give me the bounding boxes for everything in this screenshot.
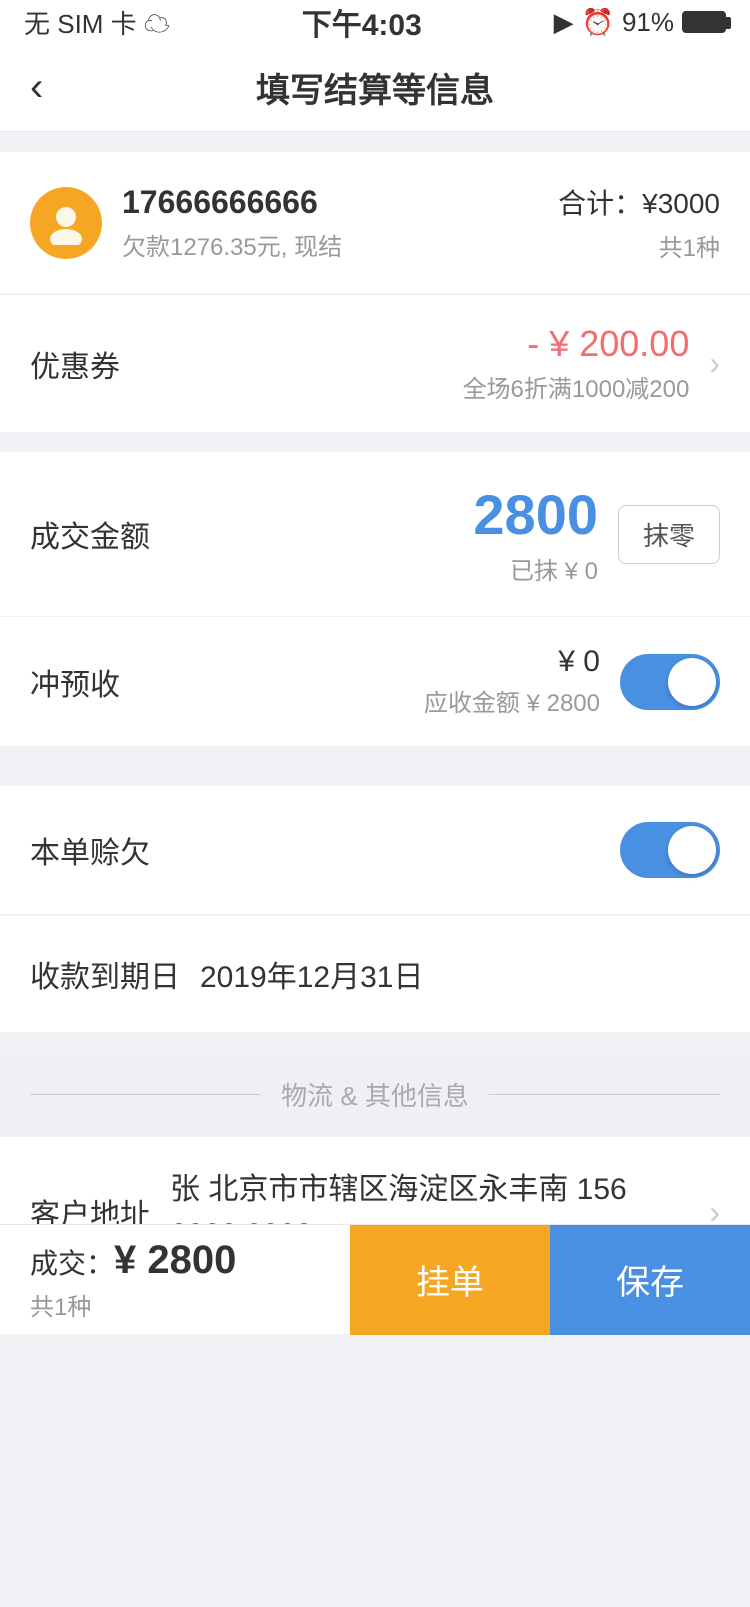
coupon-label: 优惠券 <box>30 342 120 386</box>
bottom-bar: 成交：¥ 2800 共1种 挂单 保存 <box>0 1224 750 1334</box>
customer-debt: 欠款1276.35元, 现结 <box>122 227 558 262</box>
avatar <box>30 187 102 259</box>
amount-section: 成交金额 2800 已抹 ¥ 0 抹零 冲预收 ¥ 0 应收金额 ¥ 2800 <box>0 452 750 746</box>
status-left: 无 SIM 卡 ☁ <box>24 4 170 41</box>
logistics-header: 物流 & 其他信息 <box>0 1052 750 1137</box>
status-time: 下午4:03 <box>302 0 422 44</box>
coupon-desc: 全场6折满1000减200 <box>463 369 690 404</box>
already-erased: 已抹 ¥ 0 <box>510 551 598 586</box>
section-separator-2 <box>0 746 750 766</box>
content: 17666666666 欠款1276.35元, 现结 合计：¥3000 共1种 … <box>0 132 750 1607</box>
prepay-label: 冲预收 <box>30 660 120 704</box>
prepay-receivable: 应收金额 ¥ 2800 <box>424 683 600 718</box>
prepay-amount: ¥ 0 <box>424 645 600 679</box>
summary-count: 共1种 <box>558 228 720 263</box>
bottom-summary-amount: ¥ 2800 <box>114 1238 236 1282</box>
prepay-row: 冲预收 ¥ 0 应收金额 ¥ 2800 <box>0 616 750 746</box>
eraze-button[interactable]: 抹零 <box>618 505 720 564</box>
logistics-title: 物流 & 其他信息 <box>261 1076 489 1113</box>
alarm-icon: ⏰ <box>582 7 614 38</box>
prepay-toggle[interactable] <box>620 654 720 710</box>
amount-label: 成交金额 <box>30 512 150 556</box>
customer-card: 17666666666 欠款1276.35元, 现结 合计：¥3000 共1种 <box>0 152 750 293</box>
sim-status: 无 SIM 卡 ☁ <box>24 4 170 41</box>
divider-right <box>489 1094 720 1095</box>
battery-icon <box>682 11 726 33</box>
coupon-row[interactable]: 优惠券 - ¥ 200.00 全场6折满1000减200 › <box>0 295 750 432</box>
logistics-separator <box>0 1032 750 1052</box>
coupon-arrow-icon: › <box>709 345 720 382</box>
debt-toggle[interactable] <box>620 822 720 878</box>
section-separator-1 <box>0 432 750 452</box>
nav-bar: ‹ 填写结算等信息 <box>0 44 750 132</box>
amount-value: 2800 <box>473 482 598 547</box>
toggle-knob <box>668 658 716 706</box>
due-date-label: 收款到期日 <box>30 952 180 996</box>
divider-left <box>30 1094 261 1095</box>
due-date-row: 收款到期日 2019年12月31日 <box>0 916 750 1032</box>
amount-row: 成交金额 2800 已抹 ¥ 0 抹零 <box>0 452 750 616</box>
hold-button[interactable]: 挂单 <box>350 1225 550 1335</box>
battery-level: 91% <box>622 7 674 38</box>
debt-toggle-knob <box>668 826 716 874</box>
debt-label: 本单赊欠 <box>30 828 150 872</box>
save-button[interactable]: 保存 <box>550 1225 750 1335</box>
location-icon: ▶ <box>554 7 574 38</box>
summary-total: 合计：¥3000 <box>558 182 720 222</box>
customer-summary: 合计：¥3000 共1种 <box>558 182 720 263</box>
customer-phone: 17666666666 <box>122 184 558 221</box>
bottom-amount-row: 成交：¥ 2800 <box>30 1238 320 1283</box>
due-date-value: 2019年12月31日 <box>200 952 423 996</box>
bottom-count: 共1种 <box>30 1287 320 1322</box>
page-title: 填写结算等信息 <box>256 63 494 112</box>
coupon-discount: - ¥ 200.00 <box>527 323 689 365</box>
status-right: ▶ ⏰ 91% <box>554 7 726 38</box>
bottom-summary: 成交：¥ 2800 共1种 <box>0 1238 350 1322</box>
back-button[interactable]: ‹ <box>30 65 90 110</box>
customer-info: 17666666666 欠款1276.35元, 现结 <box>122 184 558 262</box>
debt-row: 本单赊欠 <box>0 786 750 914</box>
bottom-summary-label: 成交： <box>30 1248 114 1279</box>
status-bar: 无 SIM 卡 ☁ 下午4:03 ▶ ⏰ 91% <box>0 0 750 44</box>
